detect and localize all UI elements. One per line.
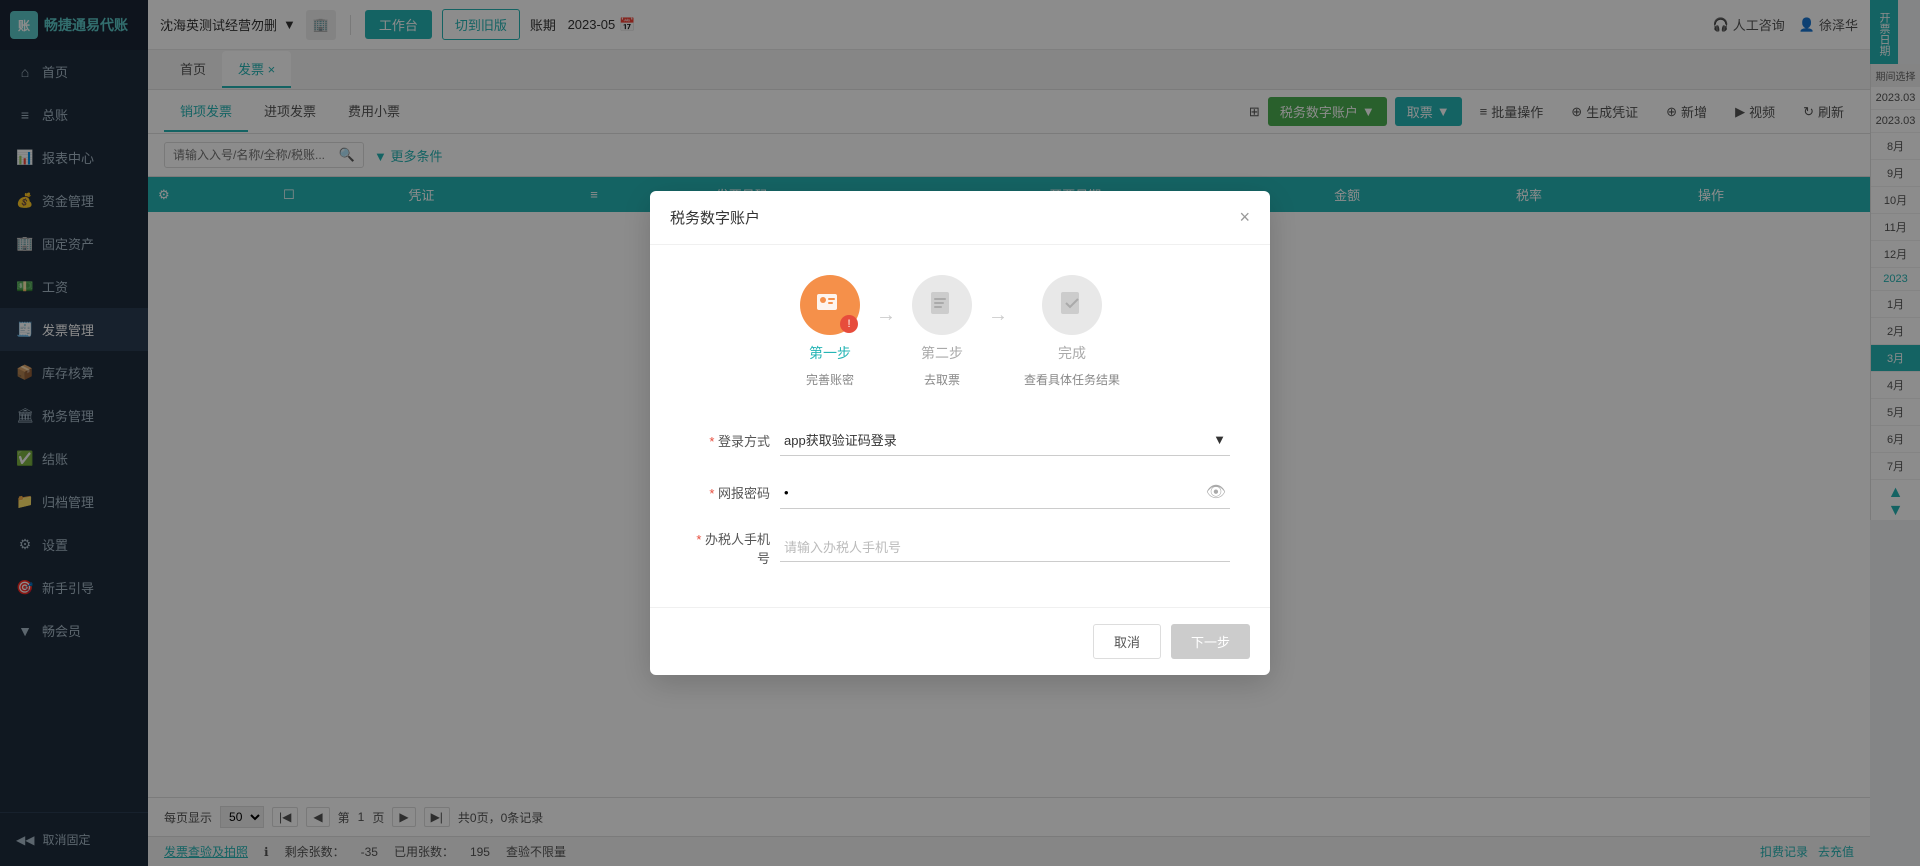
step-2: 第二步 去取票 bbox=[912, 275, 972, 388]
step-1-icon: ! bbox=[800, 275, 860, 335]
password-label: 网报密码 bbox=[690, 483, 780, 502]
login-method-select[interactable]: app获取验证码登录 ▼ bbox=[780, 424, 1230, 456]
step-2-desc: 去取票 bbox=[924, 371, 960, 388]
steps-indicator: ! 第一步 完善账密 → 第 bbox=[690, 275, 1230, 388]
dialog-footer: 取消 下一步 bbox=[650, 607, 1270, 675]
phone-label: 办税人手机号 bbox=[690, 529, 780, 567]
phone-input[interactable] bbox=[780, 534, 1230, 562]
modal-overlay: 税务数字账户 × ! 第一步 bbox=[0, 0, 1920, 866]
step-3-icon bbox=[1042, 275, 1102, 335]
login-method-value: app获取验证码登录 bbox=[784, 430, 897, 449]
arrow-2: → bbox=[988, 304, 1008, 327]
step-1: ! 第一步 完善账密 bbox=[800, 275, 860, 388]
tax-digital-account-dialog: 税务数字账户 × ! 第一步 bbox=[650, 191, 1270, 675]
login-method-label: 登录方式 bbox=[690, 431, 780, 450]
cancel-btn[interactable]: 取消 bbox=[1093, 624, 1161, 659]
password-row: 网报密码 👁 bbox=[690, 476, 1230, 509]
arrow-1: → bbox=[876, 304, 896, 327]
password-input[interactable] bbox=[784, 485, 1206, 500]
dialog-header: 税务数字账户 × bbox=[650, 191, 1270, 245]
select-chevron-icon: ▼ bbox=[1213, 432, 1226, 447]
next-btn[interactable]: 下一步 bbox=[1171, 624, 1250, 659]
step-2-label: 第二步 bbox=[921, 343, 963, 363]
step-2-icon bbox=[912, 275, 972, 335]
step-3-label: 完成 bbox=[1058, 343, 1086, 363]
password-field-wrap: 👁 bbox=[780, 476, 1230, 509]
dialog-body: ! 第一步 完善账密 → 第 bbox=[650, 245, 1270, 607]
step-3-desc: 查看具体任务结果 bbox=[1024, 371, 1120, 388]
dialog-title: 税务数字账户 bbox=[670, 207, 760, 228]
step-1-desc: 完善账密 bbox=[806, 371, 854, 388]
step-1-label: 第一步 bbox=[809, 343, 851, 363]
phone-row: 办税人手机号 bbox=[690, 529, 1230, 567]
step-3: 完成 查看具体任务结果 bbox=[1024, 275, 1120, 388]
dialog-close-btn[interactable]: × bbox=[1239, 207, 1250, 228]
step-1-badge: ! bbox=[840, 315, 858, 333]
eye-toggle-icon[interactable]: 👁 bbox=[1206, 482, 1226, 502]
login-method-row: 登录方式 app获取验证码登录 ▼ bbox=[690, 424, 1230, 456]
